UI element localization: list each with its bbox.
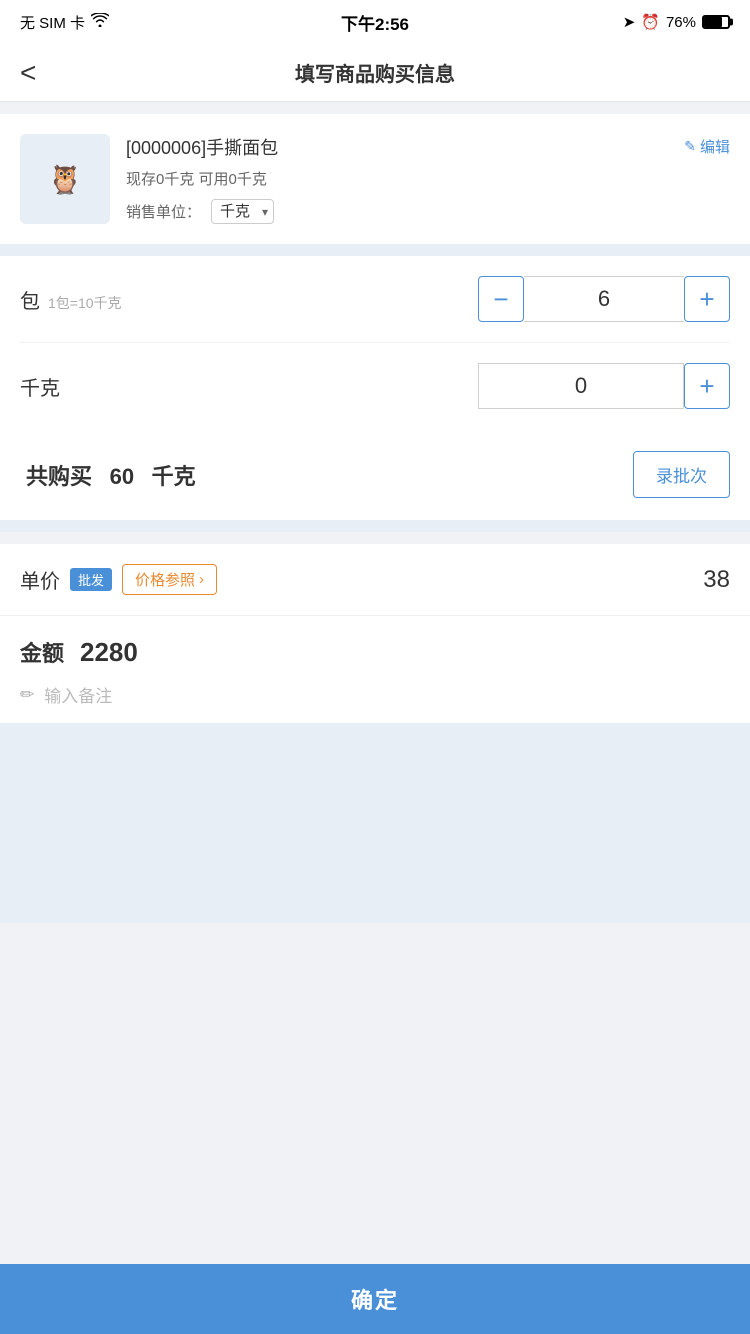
battery-label: 76% <box>666 14 696 31</box>
unit-select[interactable]: 千克 <box>211 199 274 224</box>
summary-row: 共购买 60 千克 录批次 <box>20 429 730 520</box>
location-icon: ➤ <box>623 13 636 31</box>
qty-section: 包1包=10千克 − + 千克 + <box>0 256 750 429</box>
kg-qty-input[interactable] <box>478 363 684 409</box>
confirm-button[interactable]: 确定 <box>0 1264 750 1334</box>
product-unit-row: 销售单位： 千克 <box>126 199 730 224</box>
package-qty-input[interactable] <box>524 276 684 322</box>
wifi-icon <box>91 13 109 31</box>
edit-icon: ✎ <box>684 138 696 155</box>
price-type-tag: 批发 <box>70 568 112 591</box>
amount-section: 金额 2280 ✏ 输入备注 <box>0 615 750 723</box>
package-qty-controls: − + <box>478 276 730 322</box>
product-info: [0000006]手撕面包 现存0千克 可用0千克 销售单位： 千克 <box>126 134 730 224</box>
amount-row: 金额 2280 <box>20 636 730 668</box>
carrier-label: 无 SIM 卡 <box>20 12 85 33</box>
product-thumb-icon: 🦉 <box>48 163 83 196</box>
kg-qty-right: + <box>478 363 730 409</box>
edit-button[interactable]: ✎ 编辑 <box>684 136 730 157</box>
package-label: 包1包=10千克 <box>20 285 478 314</box>
summary-section: 共购买 60 千克 录批次 <box>0 429 750 520</box>
section-divider-2 <box>0 520 750 532</box>
kg-label: 千克 <box>20 372 478 401</box>
summary-text: 共购买 60 千克 <box>20 459 202 491</box>
edit-label: 编辑 <box>700 136 730 157</box>
back-button[interactable]: < <box>20 57 36 89</box>
page-title: 填写商品购买信息 <box>295 58 455 87</box>
remark-row[interactable]: ✏ 输入备注 <box>20 682 730 707</box>
alarm-icon: ⏰ <box>641 13 660 31</box>
price-value: 38 <box>703 566 730 594</box>
price-ref-arrow: › <box>199 571 204 588</box>
price-ref-button[interactable]: 价格参照 › <box>122 564 217 595</box>
price-ref-label: 价格参照 <box>135 569 195 590</box>
price-label: 单价 <box>20 565 60 594</box>
bottom-spacer <box>0 723 750 923</box>
kg-qty-row: 千克 + <box>20 343 730 429</box>
price-section: 单价 批发 价格参照 › 38 <box>0 544 750 615</box>
unit-select-wrap[interactable]: 千克 <box>211 199 274 224</box>
package-plus-button[interactable]: + <box>684 276 730 322</box>
nav-bar: < 填写商品购买信息 <box>0 44 750 102</box>
package-qty-row: 包1包=10千克 − + <box>20 256 730 343</box>
amount-label: 金额 <box>20 636 64 668</box>
batch-button[interactable]: 录批次 <box>633 451 730 498</box>
battery-icon <box>702 15 730 29</box>
time-label: 下午2:56 <box>341 10 409 35</box>
price-row: 单价 批发 价格参照 › 38 <box>20 564 730 595</box>
status-bar: 无 SIM 卡 下午2:56 ➤ ⏰ 76% <box>0 0 750 44</box>
remark-icon: ✏ <box>20 685 34 705</box>
remark-placeholder[interactable]: 输入备注 <box>44 682 112 707</box>
product-name: [0000006]手撕面包 <box>126 134 730 160</box>
product-stock: 现存0千克 可用0千克 <box>126 168 730 189</box>
unit-label: 销售单位： <box>126 201 201 222</box>
product-thumbnail: 🦉 <box>20 134 110 224</box>
package-minus-button[interactable]: − <box>478 276 524 322</box>
package-sublabel: 1包=10千克 <box>48 295 122 311</box>
section-divider-1 <box>0 244 750 256</box>
product-card: 🦉 [0000006]手撕面包 现存0千克 可用0千克 销售单位： 千克 ✎ 编… <box>0 114 750 244</box>
kg-plus-button[interactable]: + <box>684 363 730 409</box>
amount-value: 2280 <box>80 637 138 668</box>
